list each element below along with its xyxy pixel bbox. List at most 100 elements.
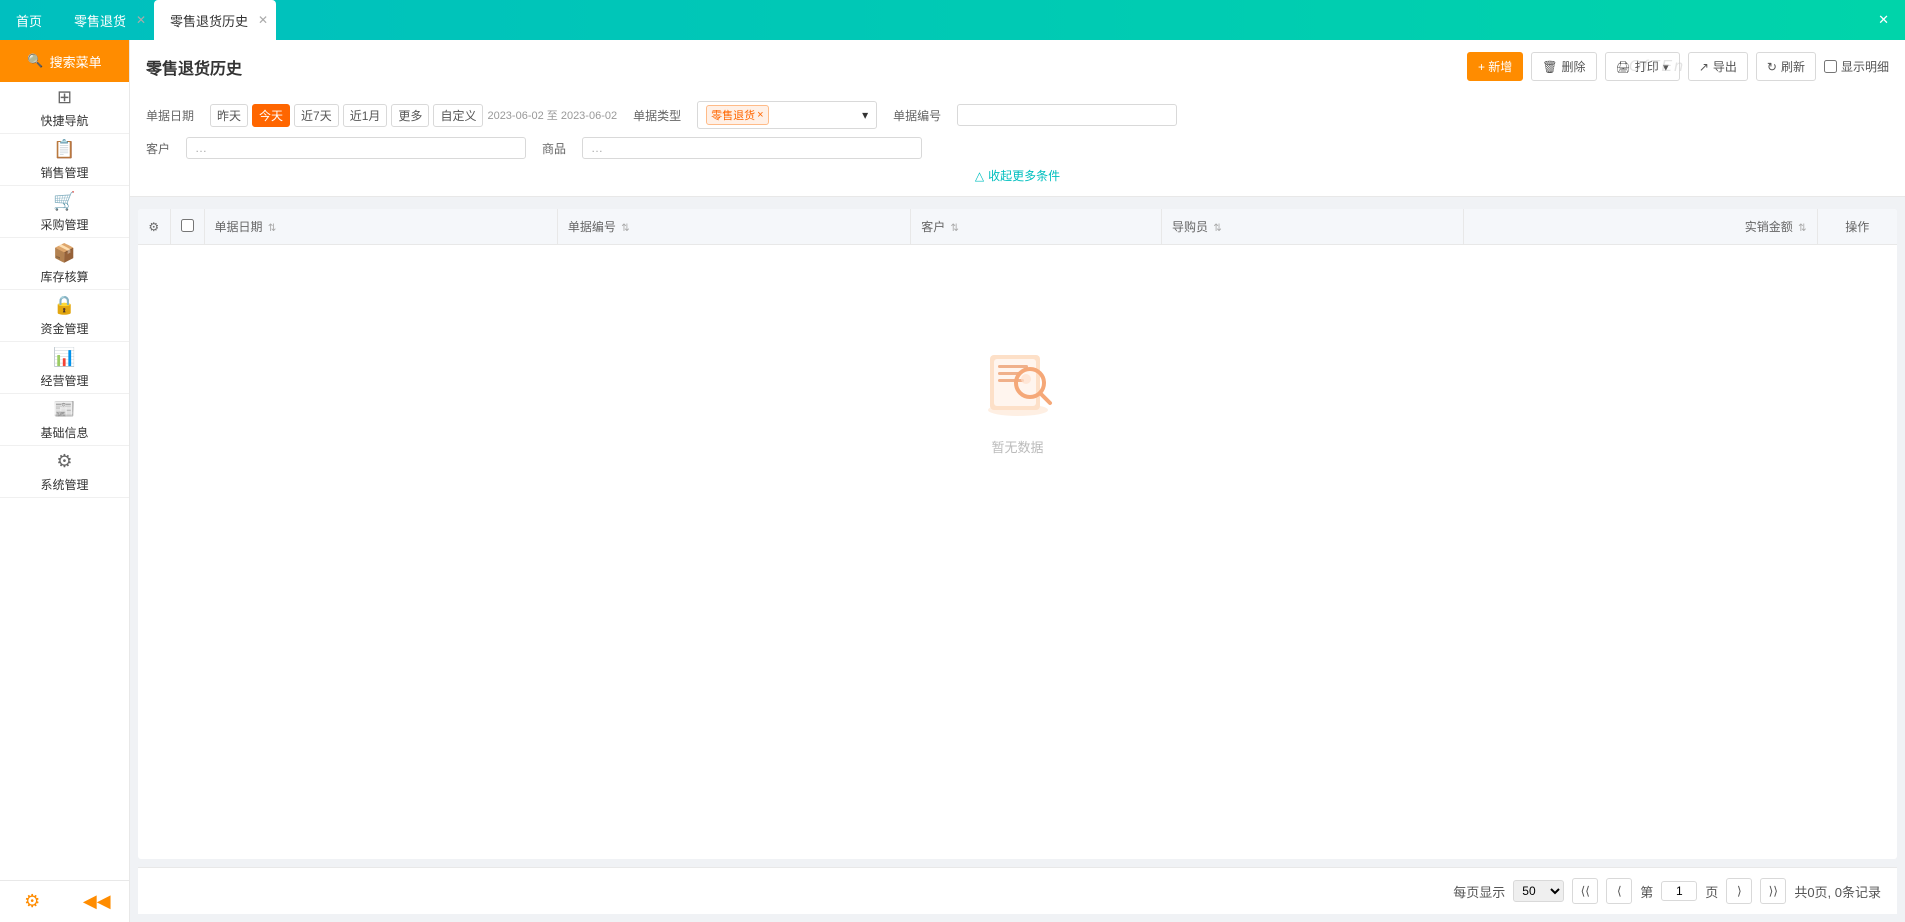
- prev-page-button[interactable]: ⟨: [1606, 878, 1632, 904]
- data-table: ⚙ 单据日期 ⇅ 单据编号 ⇅: [138, 209, 1897, 536]
- export-button[interactable]: ↗ 导出: [1688, 52, 1748, 81]
- page-title-row: 零售退货历史 + 新增 🗑 删除 🖨 打印 ▾ ↗ 导出: [146, 52, 1889, 81]
- operation-icon: 📊: [53, 347, 75, 368]
- pagination-bar: 每页显示 50 20 100 ⟨⟨ ⟨ 第 页 ⟩ ⟩⟩ 共0页, 0条记录: [138, 867, 1897, 914]
- sidebar-item-sales-mgmt[interactable]: 📋 销售管理: [0, 134, 129, 186]
- print-button[interactable]: 🖨 打印 ▾: [1605, 52, 1680, 81]
- date-btn-custom[interactable]: 自定义: [433, 104, 483, 127]
- doc-no-label: 单据编号: [893, 107, 941, 124]
- sidebar-bottom: ⚙ ◀◀: [0, 880, 129, 922]
- th-action: 操作: [1817, 209, 1897, 245]
- sidebar-item-inventory-check[interactable]: 📦 库存核算: [0, 238, 129, 290]
- date-btn-1month[interactable]: 近1月: [343, 104, 388, 127]
- content-area: 零售退货历史 + 新增 🗑 删除 🖨 打印 ▾ ↗ 导出: [130, 40, 1905, 922]
- sidebar-audio-button[interactable]: ◀◀: [65, 881, 130, 922]
- show-detail-checkbox-label[interactable]: 显示明细: [1824, 58, 1889, 75]
- page-number-input[interactable]: [1661, 881, 1697, 901]
- last-page-button[interactable]: ⟩⟩: [1760, 878, 1786, 904]
- sidebar: 🔍 搜索菜单 ⊞ 快捷导航 📋 销售管理 🛒 采购管理 📦 库存核算 🔒 资金管…: [0, 40, 130, 922]
- table-header-row: ⚙ 单据日期 ⇅ 单据编号 ⇅: [138, 209, 1897, 245]
- delete-button[interactable]: 🗑 删除: [1531, 52, 1596, 81]
- th-check[interactable]: [170, 209, 204, 245]
- export-icon: ↗: [1699, 60, 1709, 74]
- sidebar-item-quick-nav[interactable]: ⊞ 快捷导航: [0, 82, 129, 134]
- th-guide[interactable]: 导购员 ⇅: [1162, 209, 1464, 245]
- doc-type-tag-remove[interactable]: ×: [757, 109, 763, 121]
- date-btn-more[interactable]: 更多: [391, 104, 429, 127]
- date-btn-today[interactable]: 今天: [252, 104, 290, 127]
- first-page-button[interactable]: ⟨⟨: [1572, 878, 1598, 904]
- doc-type-label: 单据类型: [633, 107, 681, 124]
- per-page-select[interactable]: 50 20 100: [1513, 880, 1564, 902]
- sidebar-item-basic-info[interactable]: 📰 基础信息: [0, 394, 129, 446]
- tab-return[interactable]: 零售退货 ✕: [58, 0, 154, 40]
- page-title: 零售退货历史: [146, 55, 242, 79]
- total-label: 共0页, 0条记录: [1794, 882, 1881, 901]
- date-group: 昨天 今天 近7天 近1月 更多 自定义 2023-06-02 至 2023-0…: [210, 104, 617, 127]
- doc-type-chevron-icon: ▾: [862, 108, 868, 122]
- th-date[interactable]: 单据日期 ⇅: [204, 209, 557, 245]
- date-filter-label: 单据日期: [146, 107, 194, 124]
- search-menu-button[interactable]: 🔍 搜索菜单: [0, 40, 129, 82]
- filter-row-2: 客户 … 商品 …: [146, 137, 1889, 159]
- date-btn-yesterday[interactable]: 昨天: [210, 104, 248, 127]
- collapse-button[interactable]: △ 收起更多条件: [975, 167, 1060, 184]
- quick-nav-icon: ⊞: [57, 87, 72, 108]
- per-page-label: 每页显示: [1453, 882, 1505, 901]
- empty-text: 暂无数据: [991, 437, 1043, 456]
- doc-type-tag: 零售退货 ×: [706, 105, 768, 125]
- doc-type-select[interactable]: 零售退货 × ▾: [697, 101, 877, 129]
- date-sort-icon: ⇅: [268, 223, 276, 234]
- sidebar-item-fund-mgmt[interactable]: 🔒 资金管理: [0, 290, 129, 342]
- goods-select[interactable]: …: [582, 137, 922, 159]
- sidebar-item-operation-mgmt[interactable]: 📊 经营管理: [0, 342, 129, 394]
- top-bar: 首页 零售退货 ✕ 零售退货历史 ✕ ✕: [0, 0, 1905, 40]
- th-amount[interactable]: 实销金额 ⇅: [1464, 209, 1817, 245]
- customer-sort-icon: ⇅: [951, 223, 959, 234]
- tab-return-history[interactable]: 零售退货历史 ✕: [154, 0, 276, 40]
- guide-sort-icon: ⇅: [1213, 223, 1221, 234]
- tab-home[interactable]: 首页: [0, 0, 58, 40]
- table-container: ⚙ 单据日期 ⇅ 单据编号 ⇅: [138, 209, 1897, 859]
- sidebar-item-system-mgmt[interactable]: ⚙ 系统管理: [0, 446, 129, 498]
- inventory-icon: 📦: [53, 243, 75, 264]
- page-suffix: 页: [1705, 882, 1718, 901]
- refresh-icon: ↻: [1767, 60, 1777, 74]
- tab-return-history-close[interactable]: ✕: [258, 13, 268, 27]
- toolbar: + 新增 🗑 删除 🖨 打印 ▾ ↗ 导出 ↻: [1467, 52, 1889, 81]
- basic-info-icon: 📰: [53, 399, 75, 420]
- refresh-button[interactable]: ↻ 刷新: [1756, 52, 1816, 81]
- date-btn-7days[interactable]: 近7天: [294, 104, 339, 127]
- tab-bar: 首页 零售退货 ✕ 零售退货历史 ✕: [0, 0, 1878, 40]
- page-header: 零售退货历史 + 新增 🗑 删除 🖨 打印 ▾ ↗ 导出: [130, 40, 1905, 197]
- select-all-checkbox[interactable]: [181, 219, 194, 232]
- delete-icon: 🗑: [1542, 60, 1557, 74]
- th-gear[interactable]: ⚙: [138, 209, 170, 245]
- sidebar-item-purchase-mgmt[interactable]: 🛒 采购管理: [0, 186, 129, 238]
- th-doc-no[interactable]: 单据编号 ⇅: [557, 209, 910, 245]
- collapse-row: △ 收起更多条件: [146, 167, 1889, 184]
- filter-row-1: 单据日期 昨天 今天 近7天 近1月 更多 自定义 2023-06-02 至 2…: [146, 101, 1889, 129]
- tab-return-close[interactable]: ✕: [136, 13, 146, 27]
- add-button[interactable]: + 新增: [1467, 52, 1523, 81]
- customer-select[interactable]: …: [186, 137, 526, 159]
- page-label: 第: [1640, 882, 1653, 901]
- system-icon: ⚙: [56, 451, 72, 472]
- fund-icon: 🔒: [53, 295, 75, 316]
- sales-icon: 📋: [53, 139, 75, 160]
- date-range-display: 2023-06-02 至 2023-06-02: [487, 107, 617, 123]
- th-customer[interactable]: 客户 ⇅: [911, 209, 1162, 245]
- amount-sort-icon: ⇅: [1798, 223, 1806, 234]
- window-close-button[interactable]: ✕: [1878, 12, 1905, 28]
- print-chevron-icon: ▾: [1663, 60, 1669, 74]
- show-detail-checkbox[interactable]: [1824, 60, 1837, 73]
- sidebar-settings-button[interactable]: ⚙: [0, 881, 65, 922]
- customer-label: 客户: [146, 140, 170, 157]
- print-icon: 🖨: [1616, 60, 1631, 74]
- filter-area: 单据日期 昨天 今天 近7天 近1月 更多 自定义 2023-06-02 至 2…: [146, 93, 1889, 196]
- next-page-button[interactable]: ⟩: [1726, 878, 1752, 904]
- empty-state-row: 暂无数据: [138, 245, 1897, 537]
- doc-no-sort-icon: ⇅: [621, 223, 629, 234]
- collapse-icon: △: [975, 169, 984, 183]
- doc-no-input[interactable]: [957, 104, 1177, 126]
